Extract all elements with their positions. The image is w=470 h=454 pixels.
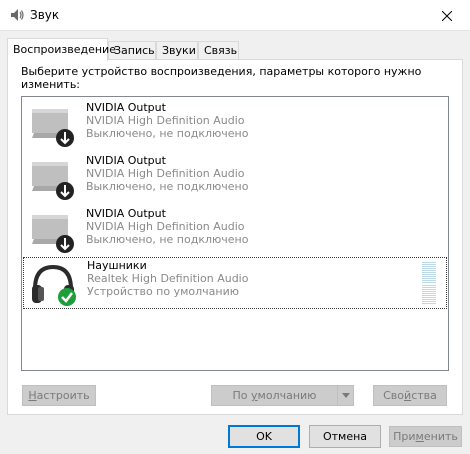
speaker-icon xyxy=(11,9,24,21)
set-default-label: молчанию xyxy=(257,389,317,402)
device-driver: Realtek High Definition Audio xyxy=(87,272,249,285)
device-item[interactable]: NVIDIA Output NVIDIA High Definition Aud… xyxy=(23,206,447,258)
tab-communications[interactable]: Связь xyxy=(198,41,239,60)
ok-button[interactable]: OK xyxy=(228,425,300,448)
headphones-icon xyxy=(32,264,76,306)
device-status: Выключено, не подключено xyxy=(86,127,249,140)
properties-prefix: Сво xyxy=(383,389,405,402)
configure-label: астроить xyxy=(36,389,90,402)
device-name: NVIDIA Output xyxy=(86,101,166,114)
device-driver: NVIDIA High Definition Audio xyxy=(86,220,245,233)
configure-button[interactable]: Настроить xyxy=(22,385,96,406)
device-name: NVIDIA Output xyxy=(86,207,166,220)
device-name: NVIDIA Output xyxy=(86,154,166,167)
monitor-icon xyxy=(32,215,74,253)
instruction-line-1: Выберите устройство воспроизведения, пар… xyxy=(21,65,422,78)
device-item-selected[interactable]: Наушники Realtek High Definition Audio У… xyxy=(23,257,447,309)
cancel-button[interactable]: Отмена xyxy=(309,425,381,448)
device-list[interactable]: NVIDIA Output NVIDIA High Definition Aud… xyxy=(21,96,449,371)
apply-button[interactable]: Применить xyxy=(389,426,462,447)
device-driver: NVIDIA High Definition Audio xyxy=(86,167,245,180)
chevron-down-icon xyxy=(341,393,350,398)
device-item[interactable]: NVIDIA Output NVIDIA High Definition Aud… xyxy=(23,153,447,205)
device-status: Выключено, не подключено xyxy=(86,180,249,193)
set-default-prefix: По xyxy=(232,389,252,402)
close-button[interactable] xyxy=(424,0,470,31)
title-bar: Звук xyxy=(0,0,470,31)
monitor-icon xyxy=(32,162,74,200)
device-status: Устройство по умолчанию xyxy=(87,285,240,298)
apply-prefix: При xyxy=(393,430,416,443)
device-text: NVIDIA Output NVIDIA High Definition Aud… xyxy=(86,207,248,246)
device-text: NVIDIA Output NVIDIA High Definition Aud… xyxy=(86,101,248,140)
set-default-button[interactable]: По умолчанию xyxy=(211,385,354,406)
playback-panel: Выберите устройство воспроизведения, пар… xyxy=(7,59,463,415)
device-name: Наушники xyxy=(87,259,147,272)
instruction-line-2: изменить: xyxy=(21,78,81,91)
volume-meter xyxy=(422,262,436,304)
close-icon xyxy=(442,10,452,21)
device-text: NVIDIA Output NVIDIA High Definition Aud… xyxy=(86,154,248,193)
apply-label: енить xyxy=(423,430,458,443)
window-title: Звук xyxy=(30,8,60,22)
device-status: Выключено, не подключено xyxy=(86,233,249,246)
device-text: Наушники Realtek High Definition Audio У… xyxy=(87,259,248,298)
device-item[interactable]: NVIDIA Output NVIDIA High Definition Aud… xyxy=(23,100,447,152)
instruction-text: Выберите устройство воспроизведения, пар… xyxy=(21,65,441,91)
tab-playback[interactable]: Воспроизведение xyxy=(7,38,116,61)
properties-label: ства xyxy=(411,389,437,402)
device-driver: NVIDIA High Definition Audio xyxy=(86,114,245,127)
configure-hotkey: Н xyxy=(28,389,37,402)
properties-button[interactable]: Свойства xyxy=(373,385,447,406)
monitor-icon xyxy=(32,109,74,147)
set-default-dropdown[interactable] xyxy=(337,386,353,405)
tab-sounds[interactable]: Звуки xyxy=(156,41,198,60)
apply-hotkey: м xyxy=(415,430,424,443)
